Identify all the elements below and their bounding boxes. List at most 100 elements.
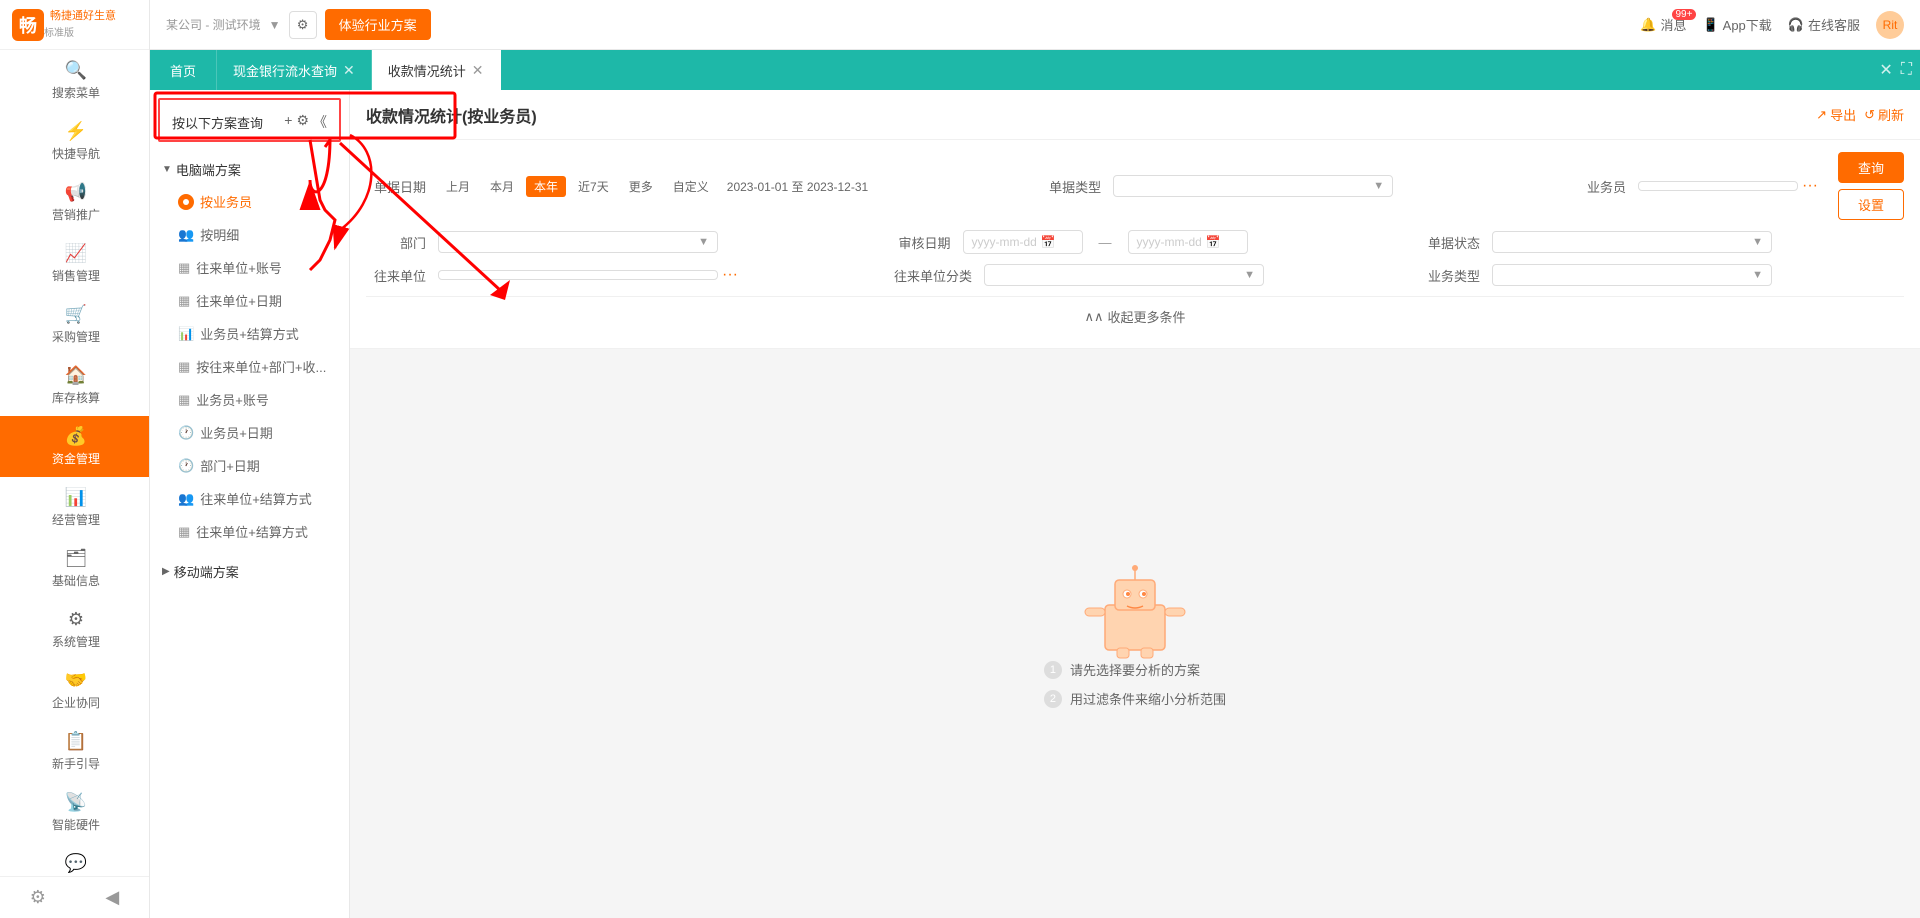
refresh-icon: ↺	[1864, 107, 1875, 123]
biz-type-select[interactable]: ▼	[1492, 264, 1772, 286]
purchase-icon: 🛒	[65, 304, 87, 325]
tab-home[interactable]: 首页	[150, 50, 217, 90]
sidebar-item-marketing[interactable]: 📢 营销推广	[0, 172, 149, 233]
doc-type-label: 单据类型	[1041, 177, 1101, 196]
date-tab-this-month[interactable]: 本月	[482, 176, 522, 197]
scheme-item-by-salesperson[interactable]: 按业务员	[150, 185, 349, 218]
sidebar-item-wechat[interactable]: 💬 企业微信	[0, 843, 149, 876]
chart-icon: 📊	[178, 326, 194, 342]
sidebar-item-enterprise[interactable]: 🤝 企业协同	[0, 660, 149, 721]
scheme-item-counterpart-settlement-2[interactable]: ▦ 往来单位+结算方式	[150, 515, 349, 548]
date-tab-this-year[interactable]: 本年	[526, 176, 566, 197]
clock-icon-2: 🕐	[178, 458, 194, 474]
query-button[interactable]: 查询	[1838, 152, 1904, 183]
clock-icon-1: 🕐	[178, 425, 194, 441]
settings-bottom-icon[interactable]: ⚙	[30, 887, 46, 908]
tab-close-bank-flow-icon[interactable]: ✕	[343, 62, 355, 79]
sidebar-item-hardware[interactable]: 📡 智能硬件	[0, 782, 149, 843]
sidebar-item-purchase[interactable]: 🛒 采购管理	[0, 294, 149, 355]
sidebar-item-quick-nav[interactable]: ⚡ 快捷导航	[0, 111, 149, 172]
date-tab-more[interactable]: 更多	[621, 176, 661, 197]
header-gear-button[interactable]: ⚙	[289, 11, 317, 39]
scheme-item-counterpart-dept[interactable]: ▦ 按往来单位+部门+收...	[150, 350, 349, 383]
export-button[interactable]: ↗ 导出	[1816, 105, 1856, 124]
sidebar-item-search[interactable]: 🔍 搜索菜单	[0, 50, 149, 111]
tab-collection-stats[interactable]: 收款情况统计 ✕	[372, 50, 501, 90]
service-icon: 🎧	[1788, 17, 1804, 33]
scheme-item-salesperson-date[interactable]: 🕐 业务员+日期	[150, 416, 349, 449]
date-separator: —	[1095, 235, 1116, 250]
sidebar-item-system[interactable]: ⚙ 系统管理	[0, 599, 149, 660]
sidebar: 畅 畅捷通好生意 标准版 🔍 搜索菜单 ⚡ 快捷导航 📢 营销推广 📈	[0, 0, 150, 918]
right-content: 收款情况统计(按业务员) ↗ 导出 ↺ 刷新	[350, 90, 1920, 918]
settings-button[interactable]: 设置	[1838, 189, 1904, 220]
add-scheme-button[interactable]: +	[284, 112, 292, 132]
biz-type-label: 业务类型	[1420, 266, 1480, 285]
filter-scheme-actions: + ⚙ 《	[284, 112, 327, 132]
quick-nav-icon: ⚡	[65, 121, 87, 142]
date-tab-last-month[interactable]: 上月	[438, 176, 478, 197]
desktop-scheme-group-header[interactable]: ▼ 电脑端方案	[150, 154, 349, 185]
sidebar-item-guide[interactable]: 📋 新手引导	[0, 721, 149, 782]
trial-button[interactable]: 体验行业方案	[325, 9, 431, 40]
people-icon: 👥	[178, 227, 194, 243]
scheme-settings-icon[interactable]: ⚙	[296, 112, 309, 132]
user-avatar[interactable]: Rit	[1876, 11, 1904, 39]
counterpart-more-icon[interactable]: ···	[722, 266, 738, 284]
basic-icon: 🗂	[65, 548, 88, 569]
scheme-item-dept-date[interactable]: 🕐 部门+日期	[150, 449, 349, 482]
filter-area: 单据日期 上月 本月 本年 近7天 更多 自定义 2023-01-01 至 20…	[350, 140, 1920, 349]
refresh-button[interactable]: ↺ 刷新	[1864, 105, 1904, 124]
empty-step-1: 1 请先选择要分析的方案	[1044, 660, 1226, 679]
review-date-from[interactable]: yyyy-mm-dd 📅	[963, 230, 1083, 254]
counterpart-category-select[interactable]: ▼	[984, 264, 1264, 286]
window-close-icon[interactable]: ✕	[1879, 60, 1892, 80]
doc-type-select[interactable]: ▼	[1113, 175, 1393, 197]
dept-select[interactable]: ▼	[438, 231, 718, 253]
calendar-from-icon: 📅	[1041, 235, 1056, 249]
date-tab-custom[interactable]: 自定义	[665, 176, 717, 197]
sidebar-item-inventory[interactable]: 🏠 库存核算	[0, 355, 149, 416]
doc-status-chevron-icon: ▼	[1752, 236, 1763, 248]
page-header: 收款情况统计(按业务员) ↗ 导出 ↺ 刷新	[350, 90, 1920, 140]
window-maximize-icon[interactable]: ⛶	[1901, 61, 1912, 79]
salesperson-label: 业务员	[1566, 177, 1626, 196]
tab-bar: 首页 现金银行流水查询 ✕ 收款情况统计 ✕ ✕ ⛶	[150, 50, 1920, 90]
review-date-to[interactable]: yyyy-mm-dd 📅	[1128, 230, 1248, 254]
filter-scheme-title: 按以下方案查询	[172, 113, 263, 132]
sidebar-item-sales[interactable]: 📈 销售管理	[0, 233, 149, 294]
salesperson-more-icon[interactable]: ···	[1802, 177, 1818, 195]
doc-status-label: 单据状态	[1420, 233, 1480, 252]
content: 按以下方案查询 + ⚙ 《 ▼ 电脑端方案 按业务员	[150, 90, 1920, 918]
scheme-item-counterpart-account[interactable]: ▦ 往来单位+账号	[150, 251, 349, 284]
online-service-button[interactable]: 🎧 在线客服	[1788, 15, 1860, 34]
sidebar-item-operation[interactable]: 📊 经营管理	[0, 477, 149, 538]
active-scheme-dot-icon	[178, 194, 194, 210]
tab-bank-flow[interactable]: 现金银行流水查询 ✕	[217, 50, 372, 90]
counterpart-cat-chevron-icon: ▼	[1244, 269, 1255, 281]
guide-icon: 📋	[65, 731, 87, 752]
sidebar-item-finance[interactable]: 💰 资金管理	[0, 416, 149, 477]
tab-close-collection-stats-icon[interactable]: ✕	[472, 62, 484, 79]
counterpart-select[interactable]	[438, 270, 718, 280]
scheme-item-counterpart-settlement-1[interactable]: 👥 往来单位+结算方式	[150, 482, 349, 515]
wechat-icon: 💬	[65, 853, 87, 874]
app-download-button[interactable]: 📱 App下载	[1702, 15, 1771, 34]
collapse-more-conditions[interactable]: ∧∧ 收起更多条件	[366, 296, 1904, 336]
breadcrumb-chevron-icon[interactable]: ▼	[269, 18, 281, 32]
salesperson-select[interactable]	[1638, 181, 1798, 191]
mobile-scheme-group-header[interactable]: ▶ 移动端方案	[150, 556, 349, 587]
collapse-up-icon: ∧∧	[1084, 309, 1103, 325]
collapse-sidebar-icon[interactable]: ◀	[105, 887, 119, 908]
date-tab-7days[interactable]: 近7天	[570, 176, 617, 197]
sidebar-item-basic[interactable]: 🗂 基础信息	[0, 538, 149, 599]
doc-status-select[interactable]: ▼	[1492, 231, 1772, 253]
collapse-panel-icon[interactable]: 《	[313, 112, 327, 132]
scheme-item-salesperson-settlement[interactable]: 📊 业务员+结算方式	[150, 317, 349, 350]
mobile-scheme-group: ▶ 移动端方案	[150, 556, 349, 587]
notification-button[interactable]: 🔔 99+ 消息	[1640, 15, 1686, 34]
table-icon-1: ▦	[178, 260, 190, 276]
scheme-item-by-detail[interactable]: 👥 按明细	[150, 218, 349, 251]
scheme-item-salesperson-account[interactable]: ▦ 业务员+账号	[150, 383, 349, 416]
scheme-item-counterpart-date[interactable]: ▦ 往来单位+日期	[150, 284, 349, 317]
